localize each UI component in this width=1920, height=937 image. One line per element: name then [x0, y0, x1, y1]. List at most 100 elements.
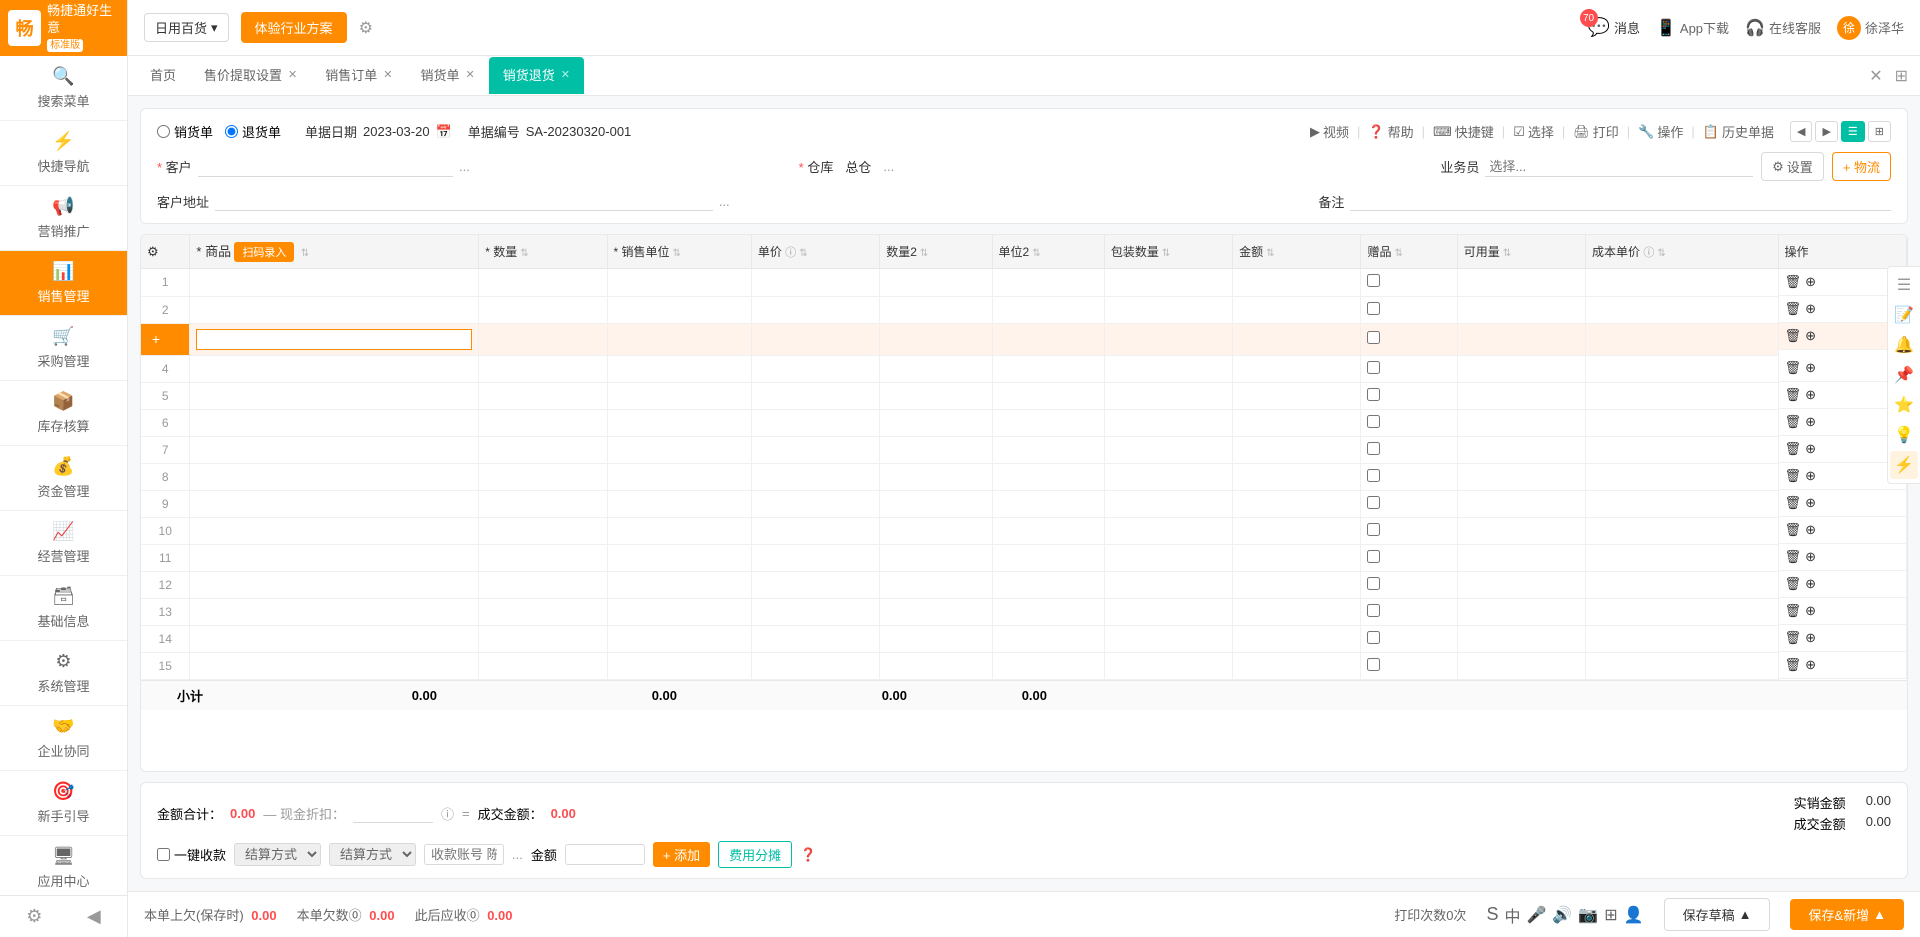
sidebar-item-sales[interactable]: 📊 销售管理 [0, 251, 127, 316]
settings-icon[interactable]: ⚙ [359, 18, 373, 38]
amount-cell[interactable] [1233, 652, 1361, 679]
scan-input-btn[interactable]: 扫码录入 [234, 242, 294, 262]
product-cell[interactable] [190, 296, 479, 323]
product-cell[interactable] [190, 652, 479, 679]
amount-cell[interactable] [1233, 544, 1361, 571]
cost-price-cell[interactable] [1586, 625, 1779, 652]
cost-price-cell[interactable] [1586, 517, 1779, 544]
pay-method-select[interactable]: 结算方式 [329, 843, 416, 866]
delete-row-btn[interactable]: 🗑 [1785, 549, 1802, 565]
qty-cell[interactable] [479, 544, 607, 571]
sort-unit-icon[interactable]: ⇅ [673, 248, 681, 259]
discount-input[interactable] [353, 803, 433, 823]
close-all-icon[interactable]: ✕ [1865, 66, 1886, 86]
sidebar-item-system[interactable]: ⚙ 系统管理 [0, 641, 127, 706]
copy-row-btn[interactable]: ⊕ [1805, 576, 1816, 592]
gift-cell[interactable] [1361, 652, 1457, 679]
price-cell[interactable] [751, 544, 879, 571]
sidebar-item-purchase[interactable]: 🛒 采购管理 [0, 316, 127, 381]
panel-icon-3[interactable]: 🔔 [1890, 331, 1918, 359]
price-cell[interactable] [751, 296, 879, 323]
product-cell[interactable] [190, 571, 479, 598]
sidebar-item-apps[interactable]: 🖥 应用中心 [0, 836, 127, 895]
price-cell[interactable] [751, 598, 879, 625]
table-settings-icon[interactable]: ⚙ [147, 244, 159, 259]
unit2-cell[interactable] [992, 296, 1104, 323]
tab-sales-delivery-close[interactable]: ✕ [466, 68, 475, 81]
copy-row-btn[interactable]: ⊕ [1805, 274, 1816, 290]
pack-qty-cell[interactable] [1104, 323, 1232, 355]
tab-sales-return[interactable]: 销货退货 ✕ [489, 57, 584, 94]
account-input[interactable] [424, 844, 504, 865]
pack-qty-cell[interactable] [1104, 355, 1232, 382]
copy-row-btn[interactable]: ⊕ [1805, 328, 1816, 344]
available-cell[interactable] [1457, 463, 1585, 490]
amount-cell[interactable] [1233, 571, 1361, 598]
pack-qty-cell[interactable] [1104, 517, 1232, 544]
print-link[interactable]: 🖨 打印 [1573, 122, 1619, 141]
copy-row-btn[interactable]: ⊕ [1805, 468, 1816, 484]
radio-return[interactable]: 退货单 [225, 122, 281, 141]
video-help[interactable]: ▶ 视频 [1310, 122, 1349, 141]
qty-cell[interactable] [479, 323, 607, 355]
unit-cell[interactable] [607, 652, 751, 679]
available-cell[interactable] [1457, 409, 1585, 436]
unit2-cell[interactable] [992, 409, 1104, 436]
settle-method-select[interactable]: 结算方式 [234, 843, 321, 866]
copy-row-btn[interactable]: ⊕ [1805, 301, 1816, 317]
copy-row-btn[interactable]: ⊕ [1805, 603, 1816, 619]
amount-cell[interactable] [1233, 436, 1361, 463]
sidebar-item-search[interactable]: 🔍 搜索菜单 [0, 56, 127, 121]
product-cell[interactable] [190, 463, 479, 490]
history-link[interactable]: 📋 历史单据 [1703, 122, 1774, 141]
amount-input[interactable] [565, 844, 645, 865]
unit-cell[interactable] [607, 323, 751, 355]
price-cell[interactable] [751, 323, 879, 355]
message-group[interactable]: 💬 70 消息 [1588, 17, 1640, 38]
sidebar-item-finance[interactable]: 💰 资金管理 [0, 446, 127, 511]
cost-price-cell[interactable] [1586, 355, 1779, 382]
unit-cell[interactable] [607, 436, 751, 463]
pack-qty-cell[interactable] [1104, 625, 1232, 652]
ellipsis-btn[interactable]: ... [512, 847, 523, 862]
qty2-cell[interactable] [880, 296, 992, 323]
product-cell[interactable] [190, 544, 479, 571]
qty-cell[interactable] [479, 409, 607, 436]
available-cell[interactable] [1457, 296, 1585, 323]
pack-qty-cell[interactable] [1104, 296, 1232, 323]
product-cell[interactable] [190, 517, 479, 544]
unit2-cell[interactable] [992, 355, 1104, 382]
copy-row-btn[interactable]: ⊕ [1805, 495, 1816, 511]
qty2-cell[interactable] [880, 598, 992, 625]
qty2-cell[interactable] [880, 490, 992, 517]
available-cell[interactable] [1457, 382, 1585, 409]
qty-cell[interactable] [479, 625, 607, 652]
unit-cell[interactable] [607, 517, 751, 544]
qty2-cell[interactable] [880, 544, 992, 571]
unit2-cell[interactable] [992, 490, 1104, 517]
gift-cell[interactable] [1361, 625, 1457, 652]
delete-row-btn[interactable]: 🗑 [1785, 657, 1802, 673]
speaker-icon[interactable]: 🔊 [1552, 905, 1572, 925]
expense-help-icon[interactable]: ❓ [800, 847, 816, 863]
add-logistics-btn[interactable]: + 物流 [1832, 152, 1891, 181]
delete-row-btn[interactable]: 🗑 [1785, 603, 1802, 619]
sort-amount-icon[interactable]: ⇅ [1266, 248, 1274, 259]
warehouse-select-btn[interactable]: ... [883, 159, 894, 174]
qty2-cell[interactable] [880, 463, 992, 490]
view-btn-grid[interactable]: ⊞ [1868, 121, 1891, 142]
onepay-checkbox[interactable]: 一键收款 [157, 845, 226, 864]
sidebar-item-shortcut[interactable]: ⚡ 快捷导航 [0, 121, 127, 186]
cost-price-cell[interactable] [1586, 409, 1779, 436]
tab-price-setup-close[interactable]: ✕ [288, 68, 297, 81]
operate-link[interactable]: 🔧 操作 [1638, 122, 1683, 141]
unit2-cell[interactable] [992, 382, 1104, 409]
pack-qty-cell[interactable] [1104, 436, 1232, 463]
cost-price-cell[interactable] [1586, 296, 1779, 323]
layout2-icon[interactable]: ⊞ [1604, 905, 1617, 925]
price-cell[interactable] [751, 355, 879, 382]
qty2-cell[interactable] [880, 517, 992, 544]
cost-price-cell[interactable] [1586, 323, 1779, 355]
gift-cell[interactable] [1361, 409, 1457, 436]
product-cell[interactable] [190, 269, 479, 297]
